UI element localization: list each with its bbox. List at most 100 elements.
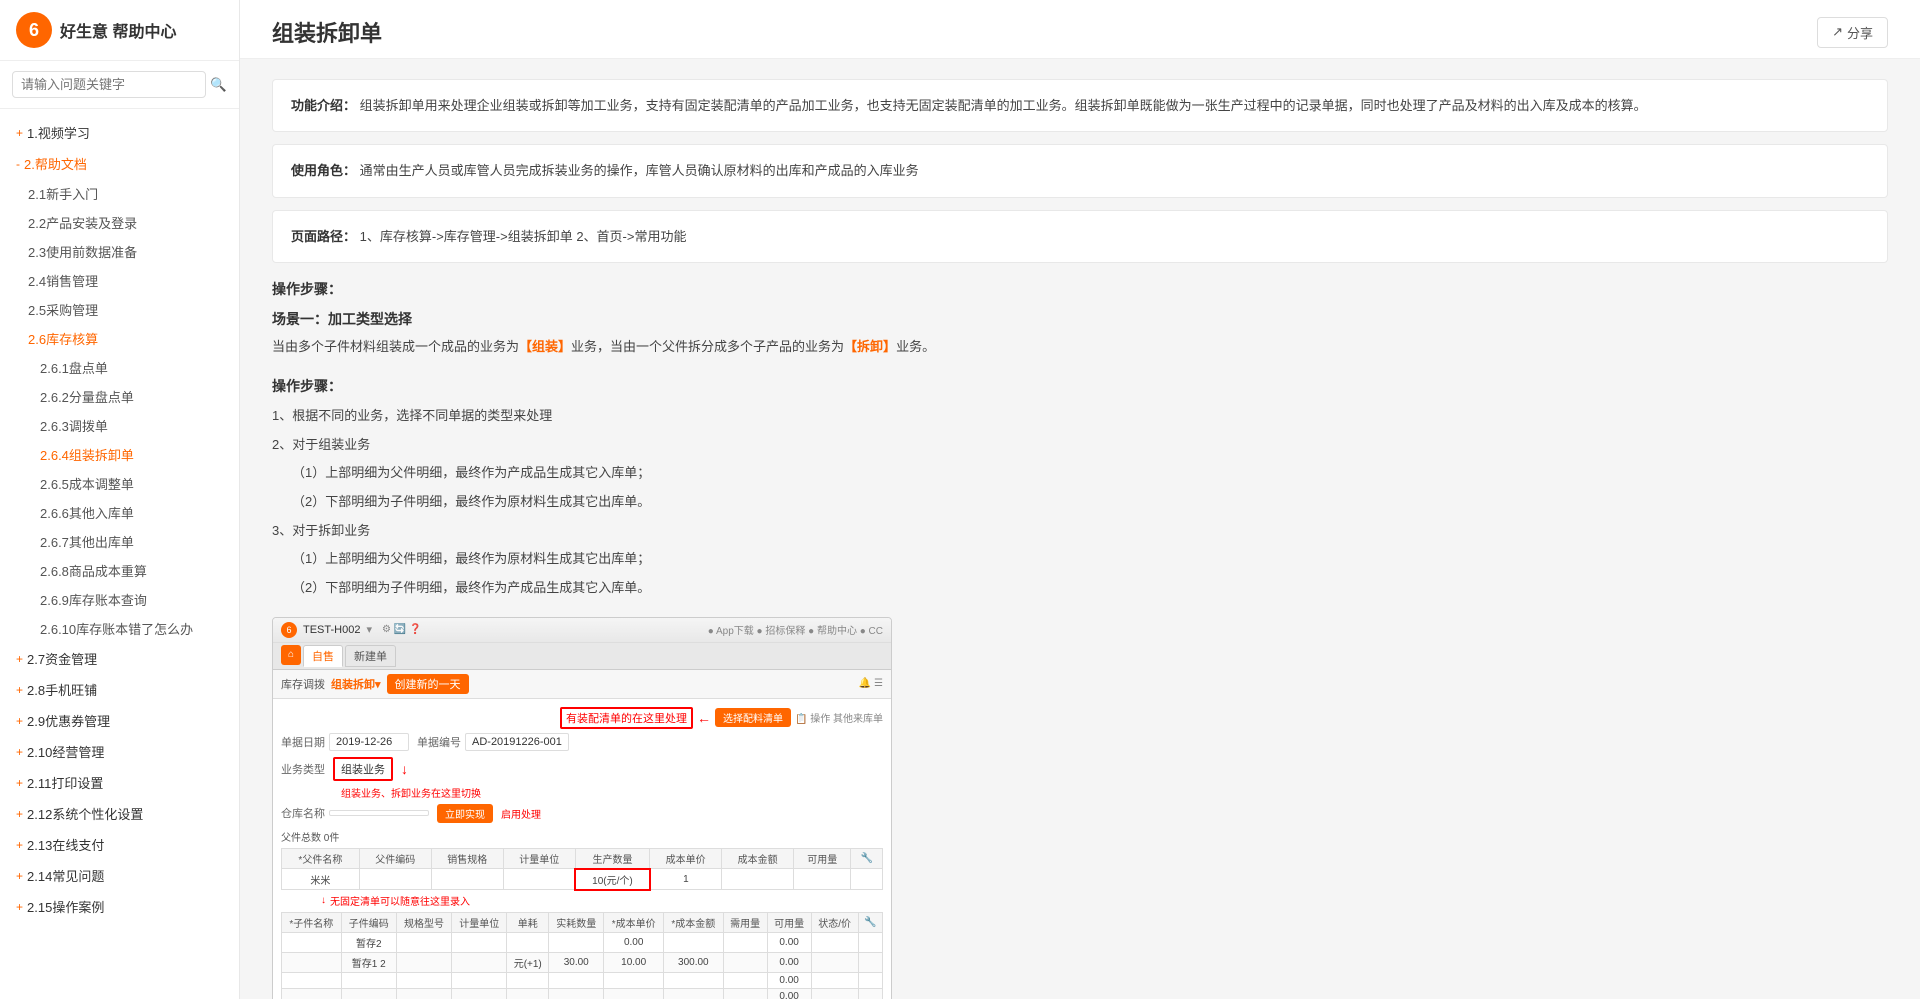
screenshot-mock: 6 TEST-H002 ▾ ⚙ 🔄 ❓ ● App下载 ● 招标保释 ● 帮助中…: [272, 617, 892, 999]
nav-subsection-inventory[interactable]: 2.6库存核算: [0, 324, 239, 353]
nav-item-stock-ledger[interactable]: 2.6.9库存账本查询: [0, 585, 239, 614]
mock-annotation-row1: 有装配清单的在这里处理 ← 选择配料清单 📋 操作 其他来库单: [281, 707, 883, 729]
mock-upper-table: *父件名称 父件编码 销售规格 计量单位 生产数量 成本单价 成本金额 可用量 …: [281, 848, 883, 891]
content-header: 组装拆卸单 ↗ 分享: [240, 0, 1920, 59]
mock-select-bom-btn[interactable]: 选择配料清单: [715, 708, 791, 727]
nav-item-cost-recalc[interactable]: 2.6.8商品成本重算: [0, 556, 239, 585]
nav-section-customize[interactable]: + 2.12系统个性化设置: [0, 798, 239, 829]
mock-lth-4: 计量单位: [452, 912, 507, 932]
mock-field-date: 单据日期 2019-12-26: [281, 733, 409, 751]
mock-date-label: 单据日期: [281, 734, 325, 750]
mock-lth-2: 子件编码: [341, 912, 396, 932]
arrow-icon-1: ←: [697, 710, 711, 726]
mock-warehouse-label: 仓库名称: [281, 805, 325, 821]
mock-date-input[interactable]: 2019-12-26: [329, 733, 409, 751]
step3-1: （1）上部明细为父件明细，最终作为原材料生成其它出库单；: [292, 547, 1888, 572]
nav-item-ledger-fix[interactable]: 2.6.10库存账本错了怎么办: [0, 614, 239, 643]
ops-section-title: 操作步骤：: [272, 279, 1888, 299]
mock-nav-bar: ⌂ 自售 新建单: [273, 643, 891, 670]
func-intro-label: 功能介绍：: [291, 98, 356, 113]
nav-subsection-install[interactable]: 2.2产品安装及登录: [0, 208, 239, 237]
mock-switch-annotation: 组装业务、拆卸业务在这里切换: [341, 785, 883, 800]
nav-section-video[interactable]: + 1.视频学习: [0, 117, 239, 148]
mock-create-btn[interactable]: 创建新的一天: [387, 674, 469, 694]
expand-icon-8: +: [16, 838, 23, 852]
nav-item-transfer[interactable]: 2.6.3调拨单: [0, 411, 239, 440]
nav-item-other-outbound[interactable]: 2.6.7其他出库单: [0, 527, 239, 556]
nav-section-docs[interactable]: - 2.帮助文档: [0, 148, 239, 179]
mock-field-num: 单据编号 AD-20191226-001: [417, 733, 569, 751]
expand-icon-7: +: [16, 807, 23, 821]
mock-num-input[interactable]: AD-20191226-001: [465, 733, 569, 751]
mock-th-5: 生产数量: [575, 848, 649, 869]
mock-th-2: 父件编码: [359, 848, 431, 869]
mock-tab-self[interactable]: 自售: [303, 645, 343, 667]
mock-home-icon: ⌂: [281, 645, 301, 665]
mock-confirm-btn[interactable]: 立即实现: [437, 804, 493, 823]
expand-icon-2: +: [16, 652, 23, 666]
nav-item-assembly[interactable]: 2.6.4组装拆卸单: [0, 440, 239, 469]
nav-subsection-sales[interactable]: 2.4销售管理: [0, 266, 239, 295]
highlight-assembly: 【组装】: [519, 339, 571, 354]
share-icon: ↗: [1832, 24, 1843, 40]
nav-section-payment[interactable]: + 2.13在线支付: [0, 829, 239, 860]
scenario1-desc: 当由多个子件材料组装成一个成品的业务为【组装】业务，当由一个父件拆分成多个子产品…: [272, 335, 1888, 360]
nav-section-mobile[interactable]: + 2.8手机旺铺: [0, 674, 239, 705]
mock-upper-row-1: 米米 10(元/个) 1: [282, 869, 883, 890]
step3: 3、对于拆卸业务: [272, 519, 1888, 544]
func-intro-text: 组装拆卸单用来处理企业组装或拆卸等加工业务，支持有固定装配清单的产品加工业务，也…: [360, 98, 1647, 113]
arrow-icon-2: ↓: [401, 761, 408, 777]
search-button[interactable]: 🔍: [210, 77, 227, 93]
mock-upper-table-count: 父件总数 0件: [281, 829, 339, 844]
mock-lth-5: 单耗: [507, 912, 549, 932]
expand-icon-4: +: [16, 714, 23, 728]
path-block: 页面路径： 1、库存核算->库存管理->组装拆卸单 2、首页->常用功能: [272, 210, 1888, 263]
mock-dropdown-arrow: ▾: [366, 623, 372, 636]
mock-upper-cell-action: [851, 869, 883, 890]
share-button[interactable]: ↗ 分享: [1817, 17, 1888, 48]
nav-section-finance[interactable]: + 2.7资金管理: [0, 643, 239, 674]
mock-type-input[interactable]: 组装业务: [333, 757, 393, 781]
nav-subsection-purchase[interactable]: 2.5采购管理: [0, 295, 239, 324]
nav-item-cost-adj[interactable]: 2.6.5成本调整单: [0, 469, 239, 498]
expand-icon: +: [16, 126, 23, 140]
mock-toolbar: 库存调拨 组装拆卸▾ 创建新的一天 🔔 ☰: [273, 670, 891, 699]
role-label: 使用角色：: [291, 163, 356, 178]
nav-section-print[interactable]: + 2.11打印设置: [0, 767, 239, 798]
mock-upper-cell-code: [359, 869, 431, 890]
mock-upper-cell-unit: [503, 869, 575, 890]
arrow-icon-3: ↓: [321, 895, 326, 906]
nav-subsection-newuser[interactable]: 2.1新手入门: [0, 179, 239, 208]
nav-section-coupon[interactable]: + 2.9优惠券管理: [0, 705, 239, 736]
nav-section-cases[interactable]: + 2.15操作案例: [0, 891, 239, 922]
search-input[interactable]: [12, 71, 206, 98]
mock-lower-annotation-row: ↓ 无固定清单可以随意往这里录入: [321, 893, 883, 908]
role-text: 通常由生产人员或库管人员完成拆装业务的操作，库管人员确认原材料的出库和产成品的入…: [360, 163, 919, 178]
mock-upper-cell-amount: [722, 869, 794, 890]
mock-tab-new[interactable]: 新建单: [345, 645, 396, 667]
nav-subsection-dataprep[interactable]: 2.3使用前数据准备: [0, 237, 239, 266]
nav-section-faq[interactable]: + 2.14常见问题: [0, 860, 239, 891]
nav-item-fraction-stocktake[interactable]: 2.6.2分量盘点单: [0, 382, 239, 411]
ops-steps-title: 操作步骤：: [272, 376, 1888, 396]
logo-icon: 6: [16, 12, 52, 48]
mock-type-label: 业务类型: [281, 761, 325, 777]
mock-upper-label-row: 父件总数 0件: [281, 829, 883, 844]
expand-icon-6: +: [16, 776, 23, 790]
mock-num-label: 单据编号: [417, 734, 461, 750]
mock-th-1: *父件名称: [282, 848, 360, 869]
mock-warehouse-row: 仓库名称 立即实现 启用处理: [281, 804, 883, 823]
path-text: 1、库存核算->库存管理->组装拆卸单 2、首页->常用功能: [360, 229, 687, 244]
nav-section-ops[interactable]: + 2.10经营管理: [0, 736, 239, 767]
nav-item-other-inbound[interactable]: 2.6.6其他入库单: [0, 498, 239, 527]
step3-2: （2）下部明细为子件明细，最终作为产成品生成其它入库单。: [292, 576, 1888, 601]
mock-upper-cell-spec: [431, 869, 503, 890]
expand-icon-10: +: [16, 900, 23, 914]
nav-item-stocktake[interactable]: 2.6.1盘点单: [0, 353, 239, 382]
mock-logo: 6: [281, 622, 297, 638]
mock-upper-cell-qty: 10(元/个): [575, 869, 649, 890]
expand-icon-3: +: [16, 683, 23, 697]
mock-warehouse-input[interactable]: [329, 810, 429, 816]
mock-form: 有装配清单的在这里处理 ← 选择配料清单 📋 操作 其他来库单 单据日期 201…: [273, 699, 891, 999]
step1: 1、根据不同的业务，选择不同单据的类型来处理: [272, 404, 1888, 429]
